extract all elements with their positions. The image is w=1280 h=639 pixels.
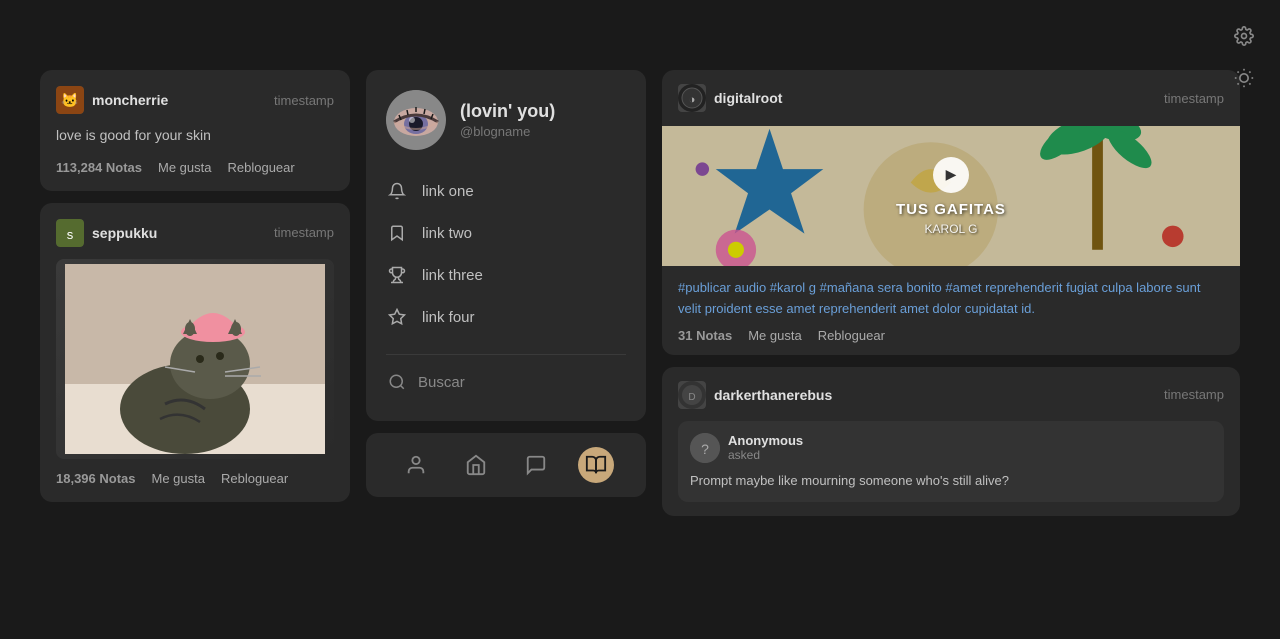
nav-chat-icon[interactable] (518, 447, 554, 483)
post-actions-1: 113,284 Notas Me gusta Rebloguear (56, 160, 334, 175)
left-column: 🐱 moncherrie timestamp love is good for … (40, 70, 350, 502)
timestamp-2: timestamp (274, 225, 334, 240)
reblog-button-2[interactable]: Rebloguear (221, 471, 288, 486)
notes-count-1: 113,284 Notas (56, 160, 142, 175)
blog-name: (lovin' you) (460, 101, 555, 122)
post-header-1: 🐱 moncherrie timestamp (56, 86, 334, 114)
profile-header: (lovin' you) @blogname (386, 90, 626, 150)
media-card: ◑ digitalroot timestamp (662, 70, 1240, 355)
media-overlay: ▶ TUS GAFITAS KAROL G (662, 126, 1240, 266)
trophy-icon (386, 264, 408, 286)
link-label-3: link three (422, 267, 483, 284)
post-header-2: s seppukku timestamp (56, 219, 334, 247)
ask-header: D darkerthanerebus timestamp (678, 381, 1224, 409)
nav-profile-icon[interactable] (398, 447, 434, 483)
ask-asker-avatar: ? (690, 433, 720, 463)
search-label: Buscar (418, 374, 465, 391)
divider (386, 354, 626, 355)
ask-post-author: D darkerthanerebus (678, 381, 832, 409)
play-button[interactable]: ▶ (933, 157, 969, 193)
media-reblog-button[interactable]: Rebloguear (818, 328, 885, 343)
post-text-1: love is good for your skin (56, 126, 334, 146)
svg-text:🐱: 🐱 (61, 92, 78, 108)
like-button-2[interactable]: Me gusta (152, 471, 205, 486)
profile-card: (lovin' you) @blogname link one (366, 70, 646, 421)
link-item-2[interactable]: link two (386, 212, 626, 254)
username-darkerthanerebus: darkerthanerebus (714, 387, 832, 403)
profile-info: (lovin' you) @blogname (460, 101, 555, 139)
nav-home-icon[interactable] (458, 447, 494, 483)
center-column: (lovin' you) @blogname link one (366, 70, 646, 497)
right-column: ◑ digitalroot timestamp (662, 70, 1240, 516)
timestamp-media: timestamp (1164, 91, 1224, 106)
song-artist: KAROL G (925, 222, 978, 236)
like-button-1[interactable]: Me gusta (158, 160, 211, 175)
bookmark-icon (386, 222, 408, 244)
song-title: TUS GAFITAS (896, 201, 1006, 218)
media-thumbnail: ▶ TUS GAFITAS KAROL G (662, 126, 1240, 266)
ask-body: ? Anonymous asked Prompt maybe like mour… (678, 421, 1224, 503)
avatar-seppukku: s (56, 219, 84, 247)
post-actions-2: 18,396 Notas Me gusta Rebloguear (56, 471, 334, 486)
timestamp-ask: timestamp (1164, 387, 1224, 402)
top-right-controls (1228, 20, 1260, 94)
media-author: ◑ digitalroot (678, 84, 782, 112)
post-author-1: 🐱 moncherrie (56, 86, 168, 114)
settings-icon[interactable] (1228, 20, 1260, 52)
post-image-cat (56, 259, 334, 459)
ask-card: D darkerthanerebus timestamp ? (662, 367, 1240, 517)
avatar-digitalroot: ◑ (678, 84, 706, 112)
post-card-2: s seppukku timestamp (40, 203, 350, 502)
search-row[interactable]: Buscar (386, 363, 626, 401)
ask-asker-row: ? Anonymous asked (690, 433, 1212, 463)
media-post-actions: 31 Notas Me gusta Rebloguear (678, 328, 1224, 343)
timestamp-1: timestamp (274, 93, 334, 108)
nav-reading-icon[interactable] (578, 447, 614, 483)
tags-area: #publicar audio #karol g #mañana sera bo… (662, 266, 1240, 355)
svg-text:D: D (688, 392, 695, 403)
username-digitalroot: digitalroot (714, 90, 782, 106)
link-item-3[interactable]: link three (386, 254, 626, 296)
blog-handle: @blogname (460, 124, 555, 139)
ask-asker-info: Anonymous asked (728, 433, 803, 462)
svg-text:?: ? (701, 441, 709, 457)
ask-asker-label: asked (728, 448, 803, 462)
link-label-1: link one (422, 183, 474, 200)
bell-icon (386, 180, 408, 202)
reblog-button-1[interactable]: Rebloguear (228, 160, 295, 175)
theme-toggle-icon[interactable] (1228, 62, 1260, 94)
post-tags: #publicar audio #karol g #mañana sera bo… (678, 278, 1224, 320)
profile-avatar (386, 90, 446, 150)
star-icon (386, 306, 408, 328)
link-item-1[interactable]: link one (386, 170, 626, 212)
post-author-2: s seppukku (56, 219, 157, 247)
username-moncherrie: moncherrie (92, 92, 168, 108)
post-card-1: 🐱 moncherrie timestamp love is good for … (40, 70, 350, 191)
username-seppukku: seppukku (92, 225, 157, 241)
notes-count-2: 18,396 Notas (56, 471, 136, 486)
avatar-darkerthanerebus: D (678, 381, 706, 409)
ask-text: Prompt maybe like mourning someone who's… (690, 471, 1212, 491)
svg-text:s: s (67, 227, 74, 242)
avatar-moncherrie: 🐱 (56, 86, 84, 114)
main-layout: 🐱 moncherrie timestamp love is good for … (0, 0, 1280, 536)
search-icon (386, 371, 408, 393)
link-item-4[interactable]: link four (386, 296, 626, 338)
media-like-button[interactable]: Me gusta (748, 328, 801, 343)
link-label-2: link two (422, 225, 472, 242)
ask-asker-name: Anonymous (728, 433, 803, 448)
link-label-4: link four (422, 309, 475, 326)
profile-avatar-image (386, 90, 446, 150)
cat-image (56, 259, 334, 459)
media-header: ◑ digitalroot timestamp (662, 70, 1240, 126)
links-list: link one link two (386, 170, 626, 338)
svg-text:◑: ◑ (689, 94, 696, 106)
media-notes: 31 Notas (678, 328, 732, 343)
nav-card (366, 433, 646, 497)
